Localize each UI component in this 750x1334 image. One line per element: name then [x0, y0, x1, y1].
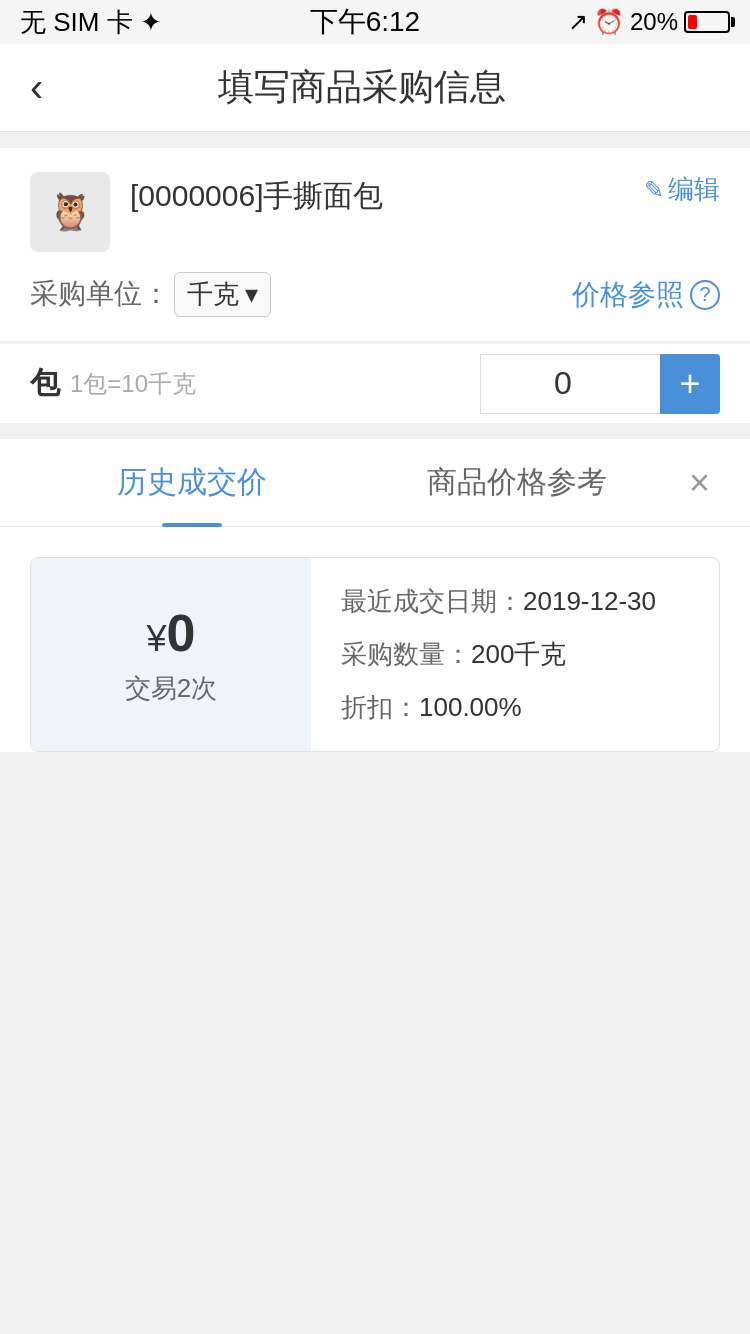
history-price-panel: ¥0 交易2次: [31, 558, 311, 751]
discount-row: 折扣：100.00%: [341, 688, 689, 727]
tabs-section: 历史成交价 商品价格参考 × ¥0 交易2次 最近成交日期：2019-12-30…: [0, 439, 750, 752]
tab-price-reference[interactable]: 商品价格参考: [354, 439, 678, 527]
trade-count: 交易2次: [125, 671, 217, 706]
chevron-down-icon: ▾: [245, 279, 258, 310]
product-unit-row: 采购单位： 千克 ▾ 价格参照 ?: [30, 272, 720, 317]
latest-date-label: 最近成交日期：: [341, 586, 523, 616]
discount-label: 折扣：: [341, 692, 419, 722]
quantity-section: 包 1包=10千克 +: [0, 343, 750, 423]
page-header: ‹ 填写商品采购信息: [0, 44, 750, 132]
status-right: ↗ ⏰ 20%: [568, 8, 730, 36]
product-info: 🦉 [0000006]手撕面包: [30, 172, 383, 252]
product-top-row: 🦉 [0000006]手撕面包 ✎ 编辑: [30, 172, 720, 252]
discount-value: 100.00%: [419, 692, 522, 722]
battery-icon: [684, 11, 730, 33]
product-logo-icon: 🦉: [48, 191, 93, 233]
qty-conversion: 1包=10千克: [70, 368, 196, 400]
quantity-label-group: 包 1包=10千克: [30, 363, 196, 404]
battery-fill: [688, 15, 698, 29]
location-icon: ↗: [568, 8, 588, 36]
signal-text: 无 SIM 卡 ✦: [20, 5, 162, 40]
edit-icon: ✎: [644, 176, 664, 204]
product-card: 🦉 [0000006]手撕面包 ✎ 编辑 采购单位： 千克 ▾ 价格参照 ?: [0, 148, 750, 341]
qty-unit-tag: 包: [30, 363, 60, 404]
quantity-input-group: +: [480, 354, 720, 414]
history-price-value: ¥0: [147, 603, 196, 663]
purchase-qty-value: 200千克: [471, 639, 566, 669]
battery-percent: 20%: [630, 8, 678, 36]
product-thumbnail: 🦉: [30, 172, 110, 252]
purchase-qty-row: 采购数量：200千克: [341, 635, 689, 674]
alarm-icon: ⏰: [594, 8, 624, 36]
price-reference-button[interactable]: 价格参照 ?: [572, 276, 720, 314]
tabs-header: 历史成交价 商品价格参考 ×: [0, 439, 750, 527]
unit-select[interactable]: 千克 ▾: [174, 272, 271, 317]
purchase-qty-label: 采购数量：: [341, 639, 471, 669]
latest-date-row: 最近成交日期：2019-12-30: [341, 582, 689, 621]
main-content-area: [0, 782, 750, 1334]
tab-close-button[interactable]: ×: [679, 452, 720, 514]
unit-label: 采购单位：: [30, 278, 170, 309]
status-time: 下午6:12: [310, 3, 421, 41]
back-button[interactable]: ‹: [30, 65, 43, 110]
history-card: ¥0 交易2次 最近成交日期：2019-12-30 采购数量：200千克 折扣：…: [30, 557, 720, 752]
product-name: [0000006]手撕面包: [130, 172, 383, 217]
edit-button[interactable]: ✎ 编辑: [644, 172, 720, 207]
unit-label-group: 采购单位： 千克 ▾: [30, 272, 271, 317]
quantity-input[interactable]: [480, 354, 660, 414]
page-title: 填写商品采购信息: [63, 63, 660, 112]
help-icon: ?: [690, 280, 720, 310]
status-bar: 无 SIM 卡 ✦ 下午6:12 ↗ ⏰ 20%: [0, 0, 750, 44]
quantity-plus-button[interactable]: +: [660, 354, 720, 414]
latest-date-value: 2019-12-30: [523, 586, 656, 616]
history-detail-panel: 最近成交日期：2019-12-30 采购数量：200千克 折扣：100.00%: [311, 558, 719, 751]
currency-symbol: ¥: [147, 618, 167, 659]
status-left: 无 SIM 卡 ✦: [20, 5, 162, 40]
tab-history-price[interactable]: 历史成交价: [30, 439, 354, 527]
